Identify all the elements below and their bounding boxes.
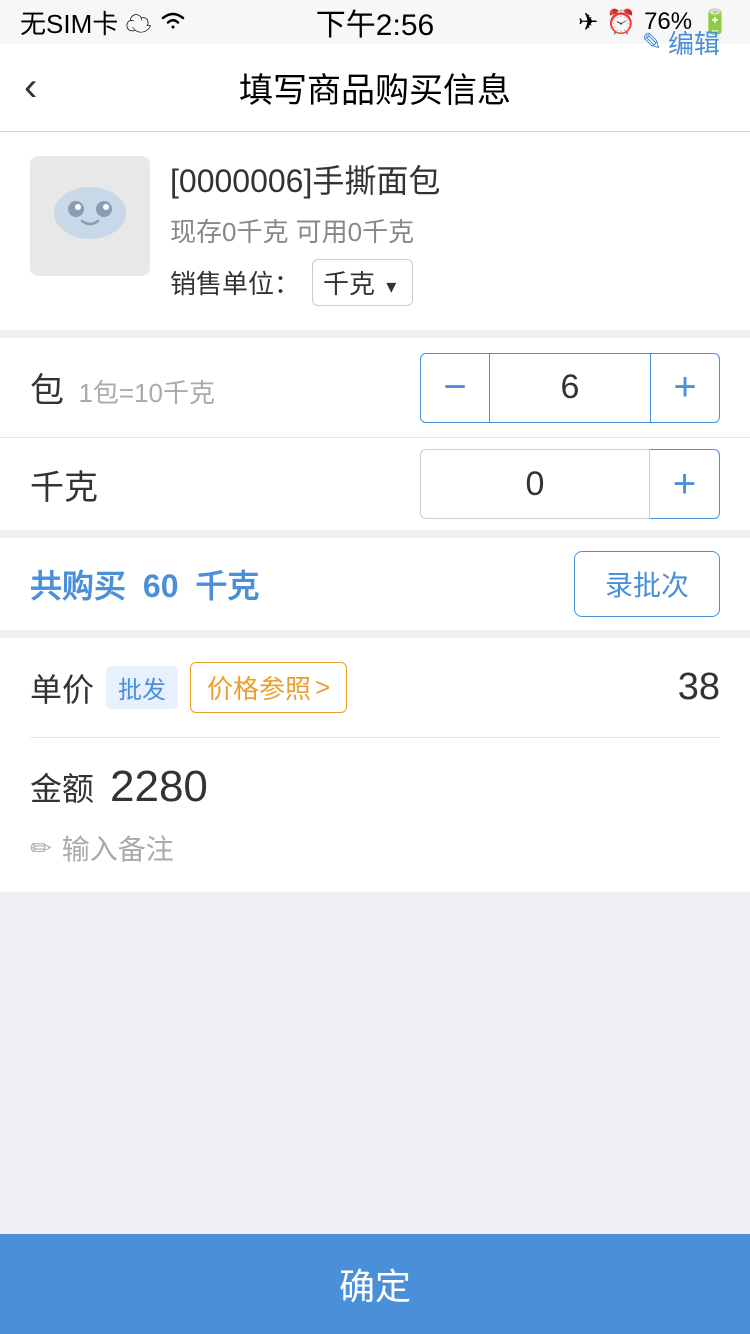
- pack-quantity-input[interactable]: [490, 353, 650, 423]
- unit-label: 销售单位：: [170, 264, 300, 301]
- price-label: 单价: [30, 665, 94, 711]
- edit-label: 编辑: [668, 24, 720, 61]
- page-title: 填写商品购买信息: [239, 63, 511, 112]
- kg-quantity-input[interactable]: [420, 449, 650, 519]
- remark-placeholder: 输入备注: [62, 828, 174, 868]
- confirm-button[interactable]: 确定: [0, 1234, 750, 1334]
- remark-row[interactable]: ✏ 输入备注: [30, 828, 720, 868]
- status-carrier: 无SIM卡 ☁: [20, 4, 187, 41]
- edit-icon: ✎: [642, 28, 662, 57]
- total-prefix: 共购买: [30, 568, 126, 604]
- kg-quantity-row: 千克 +: [0, 438, 750, 538]
- edit-button[interactable]: ✎ 编辑: [642, 24, 720, 61]
- pack-label: 包: [30, 372, 64, 410]
- total-text: 共购买 60 千克: [30, 561, 259, 607]
- product-card: [0000006]手撕面包 现存0千克 可用0千克 销售单位： 千克 ▾ ✎ 编…: [0, 132, 750, 338]
- kg-label: 千克: [30, 460, 98, 509]
- unit-selector[interactable]: 千克 ▾: [312, 259, 413, 306]
- total-unit: 千克: [195, 568, 259, 604]
- product-info: [0000006]手撕面包 现存0千克 可用0千克 销售单位： 千克 ▾: [170, 156, 720, 306]
- product-name: [0000006]手撕面包: [170, 156, 720, 202]
- product-stock: 现存0千克 可用0千克: [170, 212, 720, 249]
- amount-label: 金额: [30, 764, 94, 810]
- price-reference-button[interactable]: 价格参照 >: [190, 662, 347, 713]
- status-time: 下午2:56: [316, 0, 434, 44]
- product-image: [30, 156, 150, 276]
- price-label-group: 单价 批发 价格参照 >: [30, 662, 347, 713]
- back-button[interactable]: ‹: [24, 65, 37, 110]
- pack-label-group: 包 1包=10千克: [30, 363, 215, 412]
- status-bar: 无SIM卡 ☁ 下午2:56 ✈ ⏰ 76% 🔋: [0, 0, 750, 44]
- nav-bar: ‹ 填写商品购买信息: [0, 44, 750, 132]
- unit-dropdown-icon: ▾: [386, 276, 396, 298]
- price-value: 38: [678, 666, 720, 709]
- empty-area: [0, 900, 750, 1220]
- pack-quantity-control: − +: [420, 353, 720, 423]
- amount-value: 2280: [110, 762, 208, 812]
- price-ref-arrow-icon: >: [315, 672, 330, 703]
- wifi-signal-icon: [159, 7, 187, 38]
- alarm-icon: ⏰: [606, 8, 636, 37]
- location-icon: ✈: [578, 8, 598, 37]
- total-amount: 60: [143, 568, 179, 604]
- pack-plus-button[interactable]: +: [650, 353, 720, 423]
- product-unit-row: 销售单位： 千克 ▾: [170, 259, 720, 306]
- pack-hint: 1包=10千克: [78, 378, 215, 408]
- price-section: 单价 批发 价格参照 > 38: [0, 638, 750, 738]
- total-row: 共购买 60 千克 录批次: [0, 538, 750, 638]
- kg-plus-button[interactable]: +: [650, 449, 720, 519]
- pack-minus-button[interactable]: −: [420, 353, 490, 423]
- pack-quantity-row: 包 1包=10千克 − +: [0, 338, 750, 438]
- carrier-text: 无SIM卡 ☁: [20, 4, 151, 41]
- price-ref-label: 价格参照: [207, 669, 311, 706]
- pencil-icon: ✏: [30, 833, 52, 864]
- product-img-label: [50, 183, 130, 250]
- amount-row: 金额 2280: [30, 762, 720, 812]
- price-batch-tag: 批发: [106, 666, 178, 709]
- batch-button[interactable]: 录批次: [574, 551, 720, 617]
- kg-quantity-control: +: [420, 449, 720, 519]
- amount-section: 金额 2280 ✏ 输入备注: [0, 738, 750, 900]
- price-row: 单价 批发 价格参照 > 38: [30, 638, 720, 738]
- unit-value: 千克: [323, 269, 375, 299]
